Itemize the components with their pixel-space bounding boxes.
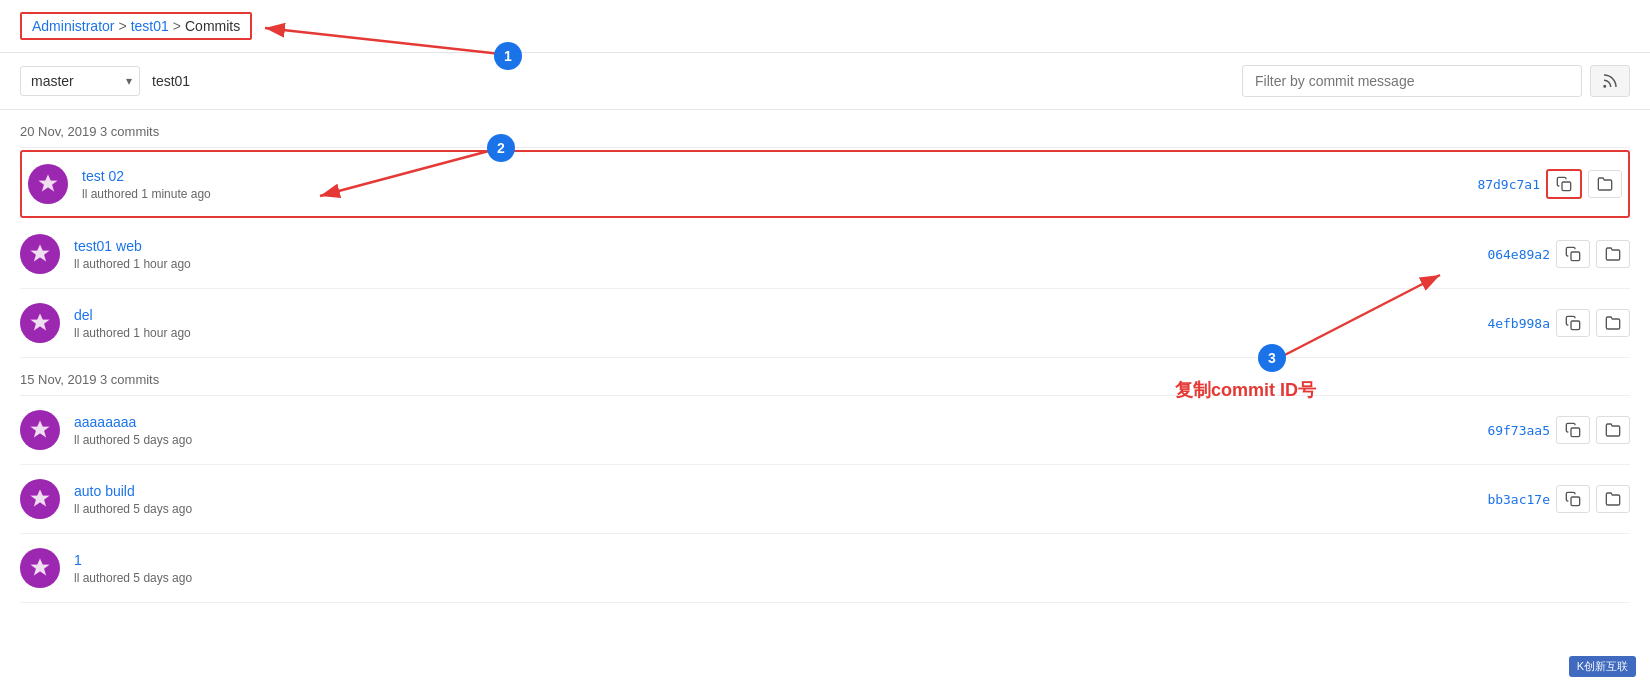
commit-row-commit-test01web: test01 web ll authored 1 hour ago064e89a2: [20, 220, 1630, 289]
avatar: [20, 479, 60, 519]
watermark: K创新互联: [1569, 656, 1636, 677]
commit-title[interactable]: test 02: [82, 168, 1477, 184]
browse-files-button[interactable]: [1588, 170, 1622, 198]
svg-point-0: [1604, 86, 1606, 88]
breadcrumb-sep2: >: [173, 18, 181, 34]
page-container: Administrator > test01 > Commits master …: [0, 0, 1650, 687]
commit-group-0: 20 Nov, 2019 3 commits test 02 ll authore…: [20, 110, 1630, 358]
commit-info: del ll authored 1 hour ago: [74, 307, 1487, 340]
annotation-badge-3: 3: [1258, 344, 1286, 372]
breadcrumb-sep1: >: [118, 18, 126, 34]
date-group-label-1: 15 Nov, 2019 3 commits: [20, 358, 1630, 396]
commit-meta: ll authored 5 days ago: [74, 571, 1630, 585]
branch-select[interactable]: master: [20, 66, 140, 96]
avatar: [28, 164, 68, 204]
commit-info: aaaaaaaa ll authored 5 days ago: [74, 414, 1487, 447]
browse-files-button[interactable]: [1596, 416, 1630, 444]
browse-files-button[interactable]: [1596, 485, 1630, 513]
commit-actions: 87d9c7a1: [1477, 169, 1622, 199]
rss-button[interactable]: [1590, 65, 1630, 97]
svg-rect-3: [1562, 182, 1571, 191]
date-group-label-0: 20 Nov, 2019 3 commits: [20, 110, 1630, 148]
breadcrumb-repo[interactable]: test01: [131, 18, 169, 34]
commit-hash[interactable]: 87d9c7a1: [1477, 177, 1540, 192]
commit-row-commit-test02: test 02 ll authored 1 minute ago87d9c7a1: [20, 150, 1630, 218]
browse-files-button[interactable]: [1596, 309, 1630, 337]
commit-actions: 064e89a2: [1487, 240, 1630, 268]
svg-rect-9: [1571, 321, 1580, 330]
commit-actions: 4efb998a: [1487, 309, 1630, 337]
commit-hash[interactable]: 064e89a2: [1487, 247, 1550, 262]
commit-group-1: 15 Nov, 2019 3 commits aaaaaaaa ll author…: [20, 358, 1630, 603]
annotation-badge-2: 2: [487, 134, 515, 162]
breadcrumb-box: Administrator > test01 > Commits: [20, 12, 252, 40]
filter-input[interactable]: [1242, 65, 1582, 97]
commit-meta: ll authored 1 minute ago: [82, 187, 1477, 201]
commit-title[interactable]: 1: [74, 552, 1630, 568]
commit-meta: ll authored 1 hour ago: [74, 326, 1487, 340]
copy-hash-button[interactable]: [1556, 309, 1590, 337]
commit-info: test01 web ll authored 1 hour ago: [74, 238, 1487, 271]
copy-hash-button[interactable]: [1556, 485, 1590, 513]
annotation-badge-1: 1: [494, 42, 522, 70]
commit-title[interactable]: aaaaaaaa: [74, 414, 1487, 430]
avatar: [20, 548, 60, 588]
branch-select-wrap: master ▾: [20, 66, 140, 96]
commit-info: auto build ll authored 5 days ago: [74, 483, 1487, 516]
copy-commit-label: 复制commit ID号: [1175, 378, 1316, 402]
commit-title[interactable]: auto build: [74, 483, 1487, 499]
breadcrumb-bar: Administrator > test01 > Commits: [0, 0, 1650, 53]
commit-hash[interactable]: bb3ac17e: [1487, 492, 1550, 507]
repo-label: test01: [152, 73, 190, 89]
content-area: 20 Nov, 2019 3 commits test 02 ll authore…: [0, 110, 1650, 603]
copy-hash-button[interactable]: [1556, 240, 1590, 268]
commit-title[interactable]: test01 web: [74, 238, 1487, 254]
commit-title[interactable]: del: [74, 307, 1487, 323]
commit-info: 1 ll authored 5 days ago: [74, 552, 1630, 585]
copy-hash-button[interactable]: [1546, 169, 1582, 199]
svg-rect-15: [1571, 497, 1580, 506]
breadcrumb-root[interactable]: Administrator: [32, 18, 114, 34]
commit-hash[interactable]: 4efb998a: [1487, 316, 1550, 331]
avatar: [20, 410, 60, 450]
toolbar: master ▾ test01: [0, 53, 1650, 110]
svg-rect-6: [1571, 252, 1580, 261]
filter-area: [1242, 65, 1630, 97]
avatar: [20, 234, 60, 274]
commit-meta: ll authored 1 hour ago: [74, 257, 1487, 271]
commit-row-commit-1: 1 ll authored 5 days ago: [20, 534, 1630, 603]
commit-meta: ll authored 5 days ago: [74, 502, 1487, 516]
commit-hash[interactable]: 69f73aa5: [1487, 423, 1550, 438]
commit-actions: 69f73aa5: [1487, 416, 1630, 444]
svg-rect-12: [1571, 428, 1580, 437]
avatar: [20, 303, 60, 343]
commit-row-commit-del: del ll authored 1 hour ago4efb998a: [20, 289, 1630, 358]
copy-hash-button[interactable]: [1556, 416, 1590, 444]
breadcrumb-current: Commits: [185, 18, 240, 34]
commit-row-commit-aaaaaaaa: aaaaaaaa ll authored 5 days ago69f73aa5: [20, 396, 1630, 465]
commit-meta: ll authored 5 days ago: [74, 433, 1487, 447]
commit-info: test 02 ll authored 1 minute ago: [82, 168, 1477, 201]
commit-actions: bb3ac17e: [1487, 485, 1630, 513]
commit-row-commit-auto-build: auto build ll authored 5 days agobb3ac17e: [20, 465, 1630, 534]
browse-files-button[interactable]: [1596, 240, 1630, 268]
